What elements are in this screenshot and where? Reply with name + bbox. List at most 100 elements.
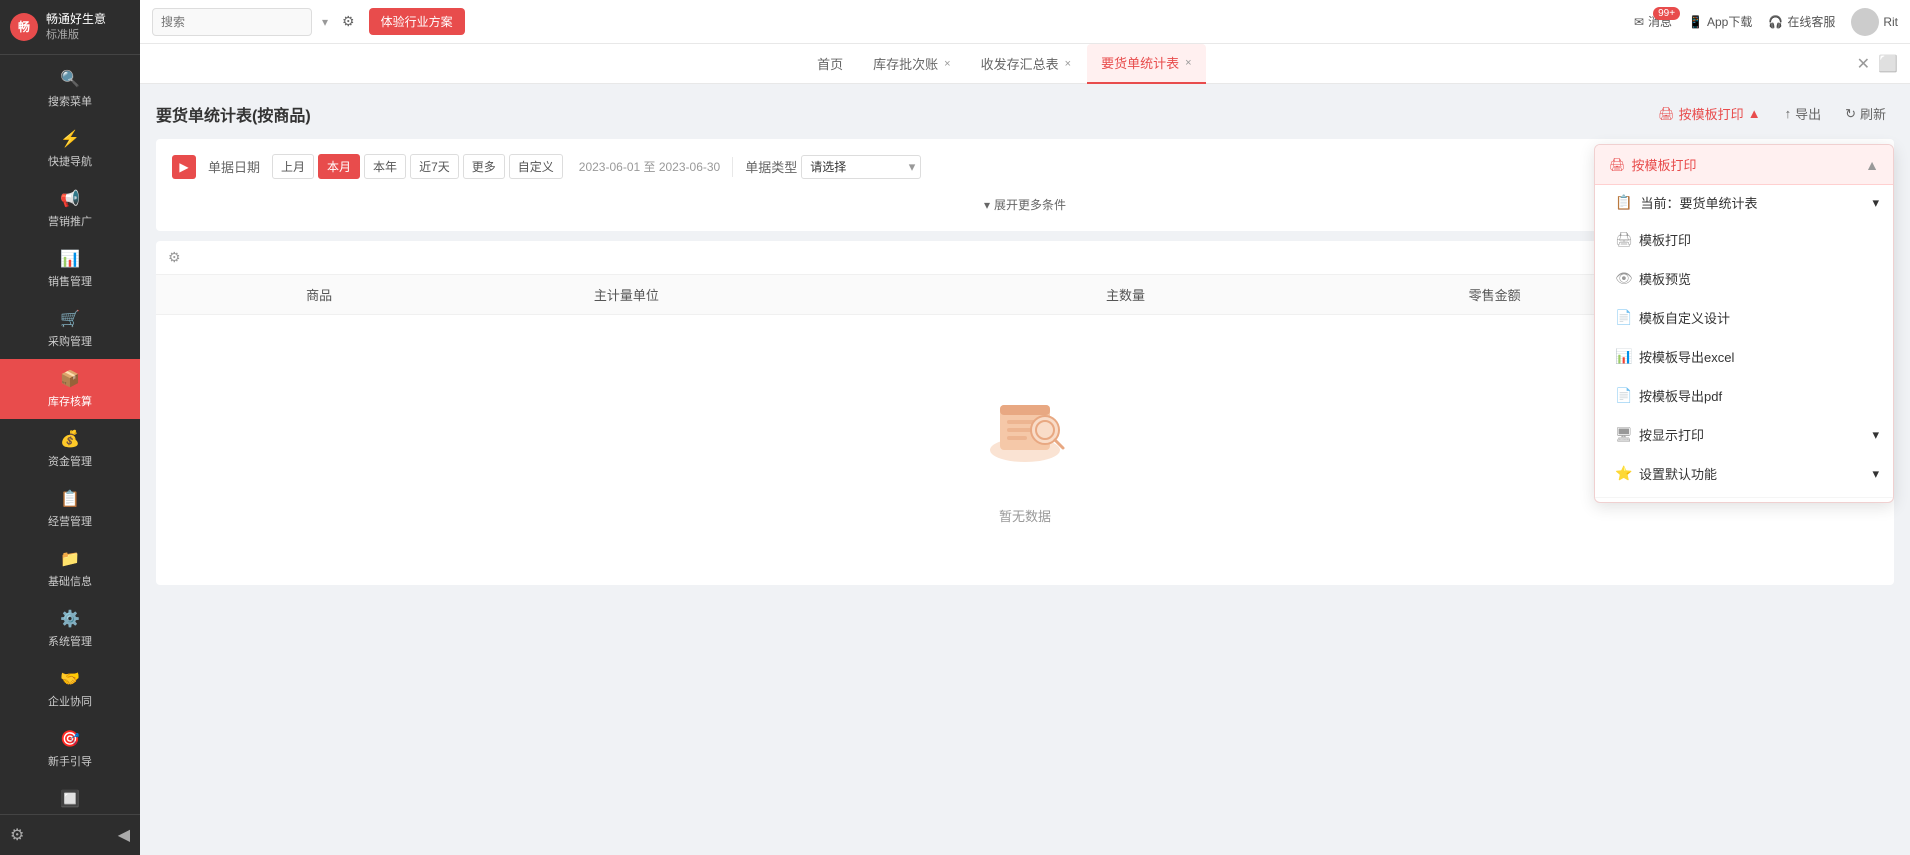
finance-icon: 💰 xyxy=(60,429,80,449)
dropdown-item-icon-set-default: ⭐ xyxy=(1615,465,1631,482)
export-icon: ↑ xyxy=(1785,106,1792,121)
dropdown-item-export-excel[interactable]: 📊 按模板导出excel xyxy=(1595,337,1893,376)
table-settings-icon[interactable]: ⚙ xyxy=(168,249,181,266)
refresh-button[interactable]: ↻ 刷新 xyxy=(1837,100,1894,127)
date-btn-本年[interactable]: 本年 xyxy=(364,154,406,179)
dropdown-item-set-default[interactable]: ⭐ 设置默认功能 ▾ xyxy=(1595,454,1893,493)
sidebar-label-finance: 资金管理 xyxy=(48,453,92,469)
sidebar-label-collab: 企业协同 xyxy=(48,693,92,709)
app-download-item[interactable]: 📱 App下载 xyxy=(1688,13,1752,30)
dropdown-item-template-preview[interactable]: 👁 模板预览 xyxy=(1595,259,1893,298)
tab-label-batch: 库存批次账 xyxy=(873,54,938,73)
sidebar-item-shortcut[interactable]: ⚡快捷导航 xyxy=(0,119,140,179)
sidebar-item-marketing[interactable]: 📢营销推广 xyxy=(0,179,140,239)
page-actions: 🖨 按模板打印 ▲ ↑ 导出 ↻ 刷新 xyxy=(1650,100,1894,127)
logo-text: 畅通好生意 标准版 xyxy=(46,12,106,42)
type-select[interactable]: 请选择 xyxy=(801,155,921,179)
dropdown-item-label-export-pdf: 按模板导出pdf xyxy=(1639,386,1722,405)
dropdown-item-template-print[interactable]: 🖨 模板打印 xyxy=(1595,220,1893,259)
shortcut-icon: ⚡ xyxy=(60,129,80,149)
topbar-right: ✉ 消息 99+ 📱 App下载 🎧 在线客服 Rit xyxy=(1634,8,1898,36)
col-header-0 xyxy=(156,275,294,315)
print-dropdown-close-btn[interactable]: ▲ xyxy=(1865,157,1879,173)
tab-home[interactable]: 首页 xyxy=(803,44,857,84)
tab-close-summary[interactable]: × xyxy=(1065,58,1071,70)
tab-close-batch[interactable]: × xyxy=(944,58,950,70)
date-filter-label: 单据日期 xyxy=(208,157,260,176)
collapse-icon: ▲ xyxy=(1865,157,1879,173)
tab-label-order_stat: 要货单统计表 xyxy=(1101,53,1179,72)
sidebar-item-system[interactable]: ⚙️系统管理 xyxy=(0,599,140,659)
arrow-icon: ▶ xyxy=(179,160,188,174)
app-download-icon: 📱 xyxy=(1688,15,1703,29)
dropdown-item-label-export-excel: 按模板导出excel xyxy=(1639,347,1734,366)
date-btn-近7天[interactable]: 近7天 xyxy=(410,154,459,179)
sidebar-item-collab[interactable]: 🤝 企业协同 xyxy=(0,659,140,719)
type-filter-label: 单据类型 xyxy=(745,157,797,176)
print-dropdown-title: 🖨 按模板打印 xyxy=(1609,155,1697,174)
date-btn-本月[interactable]: 本月 xyxy=(318,154,360,179)
search-icon: 🔍 xyxy=(60,69,80,89)
tab-close-order_stat[interactable]: × xyxy=(1185,57,1191,69)
collab-icon: 🤝 xyxy=(60,669,80,689)
logo-icon: 畅 xyxy=(10,13,38,41)
sidebar-item-guide[interactable]: 🎯 新手引导 xyxy=(0,719,140,779)
app-logo: 畅 畅通好生意 标准版 xyxy=(0,0,140,55)
dropdown-item-display-print[interactable]: 🖥 按显示打印 ▾ xyxy=(1595,415,1893,454)
sidebar-item-purchase[interactable]: 🛒采购管理 xyxy=(0,299,140,359)
sidebar-item-operation[interactable]: 📋经营管理 xyxy=(0,479,140,539)
dropdown-item-icon-export-excel: 📊 xyxy=(1615,348,1631,365)
basic-icon: 📁 xyxy=(60,549,80,569)
page-title: 要货单统计表(按商品) xyxy=(156,102,311,126)
message-badge: 99+ xyxy=(1653,7,1680,20)
sidebar-item-appstore[interactable]: 🔲应用中心 xyxy=(0,779,140,814)
tab-summary[interactable]: 收发存汇总表 × xyxy=(967,44,1085,84)
col-header-3: 主数量 xyxy=(1094,275,1457,315)
sidebar-item-basic[interactable]: 📁 基础信息 xyxy=(0,539,140,599)
dropdown-item-icon-template-print: 🖨 xyxy=(1615,231,1631,248)
user-avatar[interactable]: Rit xyxy=(1851,8,1898,36)
sidebar-nav: 🔍搜索菜单⚡快捷导航📢营销推广📊销售管理🛒采购管理 📦 库存核算 💰 资金管理 📋经营管理… xyxy=(0,55,140,814)
sidebar-label-guide: 新手引导 xyxy=(48,753,92,769)
sidebar-label-inventory: 库存核算 xyxy=(48,393,92,409)
trial-button[interactable]: 体验行业方案 xyxy=(369,8,465,35)
dropdown-item-template-design[interactable]: 📄 模板自定义设计 xyxy=(1595,298,1893,337)
current-chevron-icon: ▾ xyxy=(1872,195,1879,211)
refresh-icon: ↻ xyxy=(1845,106,1856,122)
dropdown-item-export-pdf[interactable]: 📄 按模板导出pdf xyxy=(1595,376,1893,415)
sales-icon: 📊 xyxy=(60,249,80,269)
print-button[interactable]: 🖨 按模板打印 ▲ xyxy=(1650,100,1768,127)
page-header: 要货单统计表(按商品) 🖨 按模板打印 ▲ ↑ 导出 ↻ 刷新 xyxy=(156,100,1894,127)
filter-divider xyxy=(732,157,733,177)
sidebar-label-basic: 基础信息 xyxy=(48,573,92,589)
print-dropdown: 🖨 按模板打印 ▲ 📋 当前：要货单统计表 ▾ 🖨 模板打印 👁 模板预览 📄 … xyxy=(1594,144,1894,503)
close-tab-icon[interactable]: ✕ xyxy=(1857,54,1870,74)
sidebar-item-inventory[interactable]: 📦 库存核算 xyxy=(0,359,140,419)
current-template-item: 📋 当前：要货单统计表 ▾ xyxy=(1595,185,1893,220)
date-btn-自定义[interactable]: 自定义 xyxy=(509,154,563,179)
tab-label-summary: 收发存汇总表 xyxy=(981,54,1059,73)
tab-order_stat[interactable]: 要货单统计表 × xyxy=(1087,44,1205,84)
expand-tab-icon[interactable]: ⬜ xyxy=(1878,54,1898,74)
search-chevron-icon[interactable]: ▾ xyxy=(322,15,328,29)
speaker-icon[interactable]: ◀ xyxy=(118,825,130,845)
topbar-gear-icon[interactable]: ⚙ xyxy=(342,13,355,30)
headset-icon: 🎧 xyxy=(1768,15,1783,29)
filter-expand-arrow[interactable]: ▶ xyxy=(172,155,196,179)
customer-service-item[interactable]: 🎧 在线客服 xyxy=(1768,13,1835,30)
date-btn-更多[interactable]: 更多 xyxy=(463,154,505,179)
inventory-icon: 📦 xyxy=(60,369,80,389)
topbar: ▾ ⚙ 体验行业方案 ✉ 消息 99+ 📱 App下载 🎧 在线客服 Rit xyxy=(140,0,1910,44)
sidebar-item-search[interactable]: 🔍搜索菜单 xyxy=(0,59,140,119)
avatar xyxy=(1851,8,1879,36)
sidebar-item-finance[interactable]: 💰 资金管理 xyxy=(0,419,140,479)
guide-icon: 🎯 xyxy=(60,729,80,749)
message-item[interactable]: ✉ 消息 99+ xyxy=(1634,13,1672,30)
date-btn-上月[interactable]: 上月 xyxy=(272,154,314,179)
tab-batch[interactable]: 库存批次账 × xyxy=(859,44,964,84)
settings-icon[interactable]: ⚙ xyxy=(10,825,24,845)
main-content: ▾ ⚙ 体验行业方案 ✉ 消息 99+ 📱 App下载 🎧 在线客服 Rit xyxy=(140,0,1910,855)
export-button[interactable]: ↑ 导出 xyxy=(1777,100,1830,127)
search-input[interactable] xyxy=(152,8,312,36)
sidebar-item-sales[interactable]: 📊销售管理 xyxy=(0,239,140,299)
